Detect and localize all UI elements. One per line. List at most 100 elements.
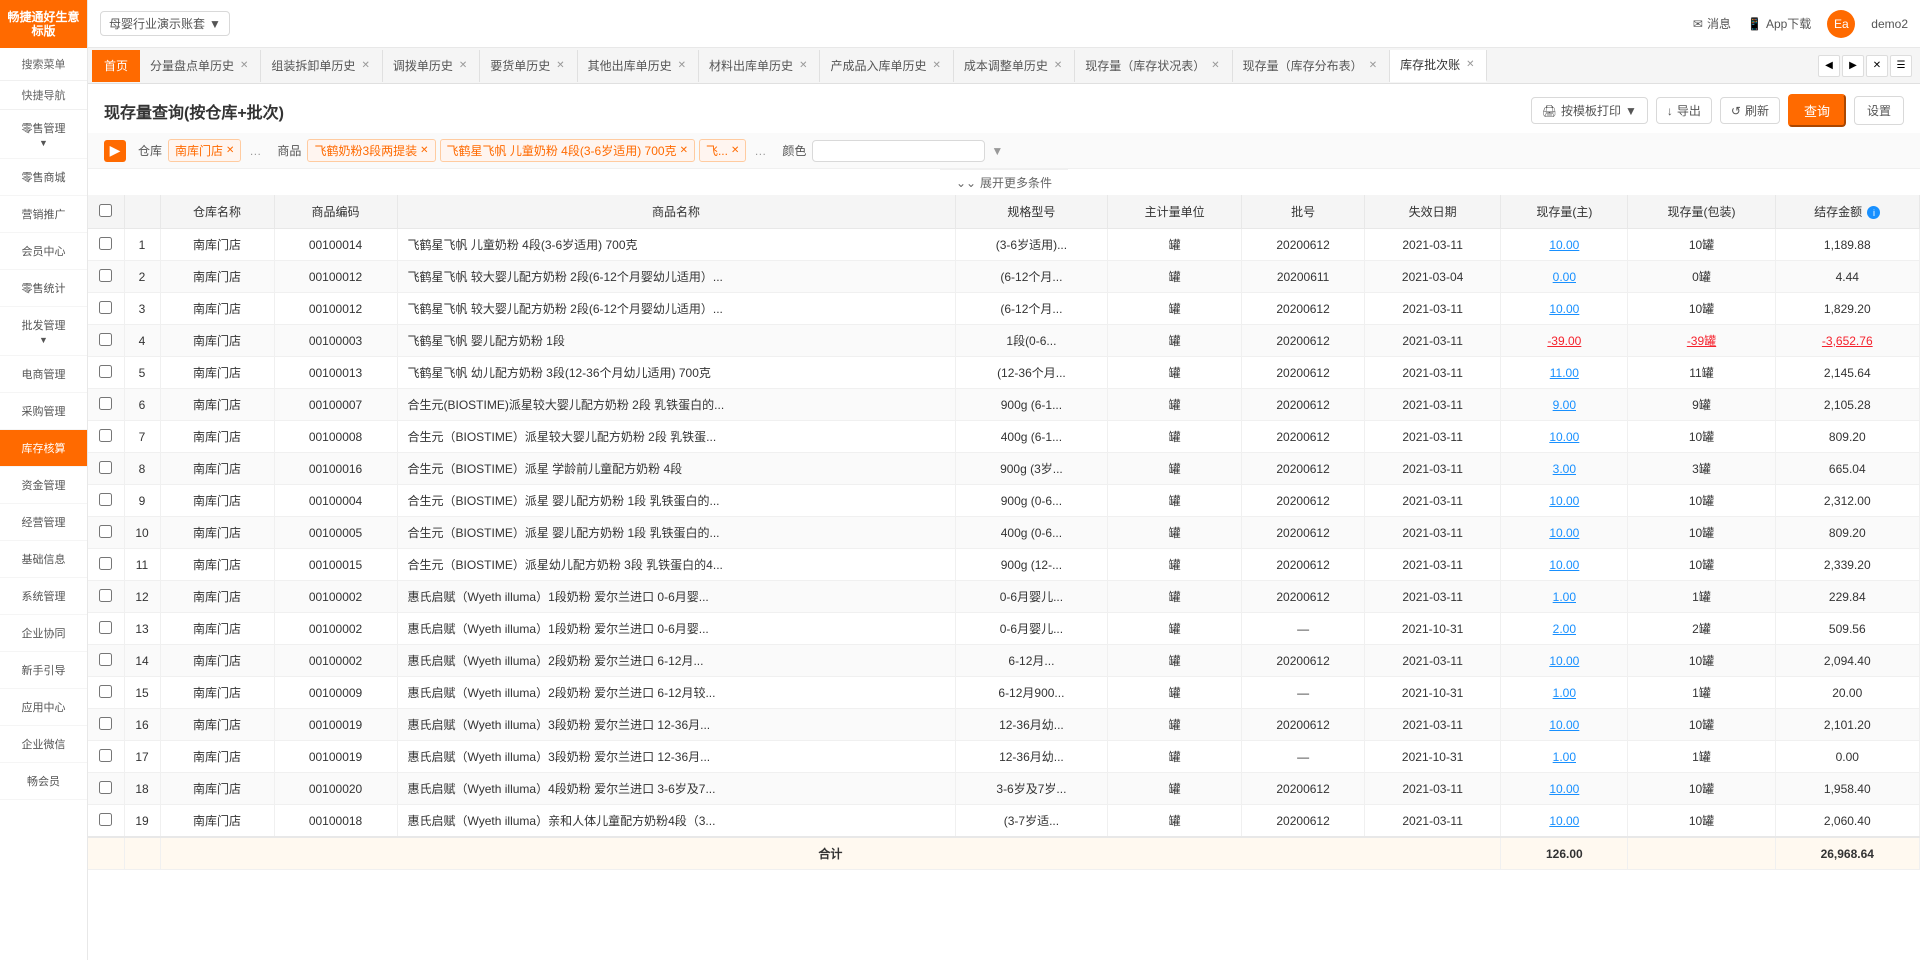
- org-selector[interactable]: 母婴行业演示账套 ▼: [100, 11, 230, 36]
- row-check[interactable]: [88, 645, 124, 677]
- sidebar-item-batch-mgmt[interactable]: 批发管理▼: [0, 307, 87, 356]
- tab-close-btn[interactable]: ✕: [1866, 55, 1888, 77]
- sidebar-item-operations[interactable]: 经营管理: [0, 504, 87, 541]
- sidebar-item-retail-mgmt[interactable]: 零售管理▼: [0, 110, 87, 159]
- row-qty-main[interactable]: 1.00: [1501, 677, 1628, 709]
- row-qty-main[interactable]: -39.00: [1501, 325, 1628, 357]
- row-qty-main[interactable]: 0.00: [1501, 261, 1628, 293]
- sidebar-item-retail-stats[interactable]: 零售统计: [0, 270, 87, 307]
- warehouse-more[interactable]: …: [245, 144, 265, 158]
- product-tag-1[interactable]: 飞鹤星飞帆 儿童奶粉 4段(3-6岁适用) 700克 ✕: [440, 139, 695, 162]
- product-more[interactable]: …: [750, 144, 770, 158]
- close-tab-icon[interactable]: ✕: [930, 59, 942, 72]
- row-qty-main[interactable]: 10.00: [1501, 805, 1628, 838]
- tab-home[interactable]: 首页: [92, 50, 140, 82]
- row-check[interactable]: [88, 581, 124, 613]
- balance-info-icon[interactable]: i: [1867, 206, 1880, 219]
- tab-prev-btn[interactable]: ◀: [1818, 55, 1840, 77]
- sidebar-item-guide[interactable]: 新手引导: [0, 652, 87, 689]
- product-tag-more[interactable]: 飞... ✕: [699, 139, 746, 162]
- row-check[interactable]: [88, 613, 124, 645]
- app-download-btn[interactable]: 📱 App下载: [1747, 15, 1811, 32]
- close-tab-icon[interactable]: ✕: [676, 59, 688, 72]
- row-qty-main[interactable]: 2.00: [1501, 613, 1628, 645]
- sidebar-item-member[interactable]: 畅会员: [0, 763, 87, 800]
- row-check[interactable]: [88, 453, 124, 485]
- row-check[interactable]: [88, 325, 124, 357]
- tab-menu-btn[interactable]: ☰: [1890, 55, 1912, 77]
- row-qty-main[interactable]: 10.00: [1501, 421, 1628, 453]
- refresh-btn[interactable]: ↺ 刷新: [1720, 97, 1780, 124]
- sidebar-item-inventory[interactable]: 库存核算: [0, 430, 87, 467]
- th-check[interactable]: [88, 195, 124, 229]
- row-check[interactable]: [88, 549, 124, 581]
- remove-product-more[interactable]: ✕: [731, 145, 739, 156]
- tab-material-out-history[interactable]: 材料出库单历史✕: [699, 50, 820, 82]
- filter-expand-btn[interactable]: ▶: [104, 140, 126, 162]
- tab-batch-order[interactable]: 库存批次账✕: [1390, 50, 1487, 82]
- row-qty-main[interactable]: 10.00: [1501, 709, 1628, 741]
- row-check[interactable]: [88, 389, 124, 421]
- sidebar-search[interactable]: 搜索菜单: [0, 48, 87, 81]
- row-check[interactable]: [88, 421, 124, 453]
- row-qty-main[interactable]: 1.00: [1501, 741, 1628, 773]
- row-check[interactable]: [88, 741, 124, 773]
- row-qty-main[interactable]: 9.00: [1501, 389, 1628, 421]
- tab-stock-status[interactable]: 现存量（库存状况表）✕: [1075, 50, 1232, 82]
- tab-split-inventory-history[interactable]: 分量盘点单历史✕: [140, 50, 261, 82]
- row-qty-main[interactable]: 3.00: [1501, 453, 1628, 485]
- close-tab-icon[interactable]: ✕: [1367, 59, 1379, 72]
- sidebar-item-purchase[interactable]: 采购管理: [0, 393, 87, 430]
- avatar[interactable]: Ea: [1827, 10, 1855, 38]
- close-tab-icon[interactable]: ✕: [1052, 59, 1064, 72]
- sidebar-item-system[interactable]: 系统管理: [0, 578, 87, 615]
- sidebar-item-app-center[interactable]: 应用中心: [0, 689, 87, 726]
- row-qty-main[interactable]: 1.00: [1501, 581, 1628, 613]
- row-check[interactable]: [88, 709, 124, 741]
- sidebar-item-collab[interactable]: 企业协同: [0, 615, 87, 652]
- tab-request-history[interactable]: 要货单历史✕: [480, 50, 577, 82]
- row-check[interactable]: [88, 261, 124, 293]
- warehouse-tag-0[interactable]: 南库门店 ✕: [168, 139, 241, 162]
- sidebar-item-basics[interactable]: 基础信息: [0, 541, 87, 578]
- message-btn[interactable]: ✉ 消息: [1693, 15, 1731, 32]
- select-all-checkbox[interactable]: [99, 204, 112, 217]
- sidebar-item-member-center[interactable]: 会员中心: [0, 233, 87, 270]
- tab-product-in-history[interactable]: 产成品入库单历史✕: [820, 50, 953, 82]
- setting-btn[interactable]: 设置: [1854, 96, 1904, 125]
- row-qty-main[interactable]: 10.00: [1501, 485, 1628, 517]
- sidebar-item-retail-store[interactable]: 零售商城: [0, 159, 87, 196]
- close-tab-icon[interactable]: ✕: [359, 59, 371, 72]
- sidebar-item-marketing[interactable]: 营销推广: [0, 196, 87, 233]
- close-tab-icon[interactable]: ✕: [1464, 58, 1476, 71]
- row-check[interactable]: [88, 229, 124, 261]
- remove-product-tag-0[interactable]: ✕: [420, 145, 428, 156]
- export-btn[interactable]: ↓ 导出: [1656, 97, 1712, 124]
- expand-more-row[interactable]: ⌄⌄ 展开更多条件: [940, 169, 1068, 195]
- row-check[interactable]: [88, 357, 124, 389]
- close-tab-icon[interactable]: ✕: [554, 59, 566, 72]
- remove-warehouse-tag-0[interactable]: ✕: [226, 145, 234, 156]
- tab-stock-dist[interactable]: 现存量（库存分布表）✕: [1233, 50, 1390, 82]
- close-tab-icon[interactable]: ✕: [1209, 59, 1221, 72]
- row-check[interactable]: [88, 517, 124, 549]
- row-qty-main[interactable]: 11.00: [1501, 357, 1628, 389]
- tab-cost-adjust-history[interactable]: 成本调整单历史✕: [954, 50, 1075, 82]
- row-qty-main[interactable]: 10.00: [1501, 517, 1628, 549]
- sidebar-item-finance[interactable]: 资金管理: [0, 467, 87, 504]
- row-qty-main[interactable]: 10.00: [1501, 229, 1628, 261]
- tab-next-btn[interactable]: ▶: [1842, 55, 1864, 77]
- row-qty-main[interactable]: 10.00: [1501, 293, 1628, 325]
- tab-disassemble-history[interactable]: 组装拆卸单历史✕: [261, 50, 382, 82]
- close-tab-icon[interactable]: ✕: [457, 59, 469, 72]
- row-check[interactable]: [88, 677, 124, 709]
- close-tab-icon[interactable]: ✕: [238, 59, 250, 72]
- color-input[interactable]: [812, 140, 985, 162]
- row-qty-main[interactable]: 10.00: [1501, 645, 1628, 677]
- product-tag-0[interactable]: 飞鹤奶粉3段两提装 ✕: [307, 139, 435, 162]
- row-check[interactable]: [88, 805, 124, 838]
- query-btn[interactable]: 查询: [1788, 94, 1846, 127]
- sidebar-nav[interactable]: 快捷导航: [0, 81, 87, 110]
- color-arrow-icon[interactable]: ▼: [991, 144, 1003, 158]
- row-check[interactable]: [88, 293, 124, 325]
